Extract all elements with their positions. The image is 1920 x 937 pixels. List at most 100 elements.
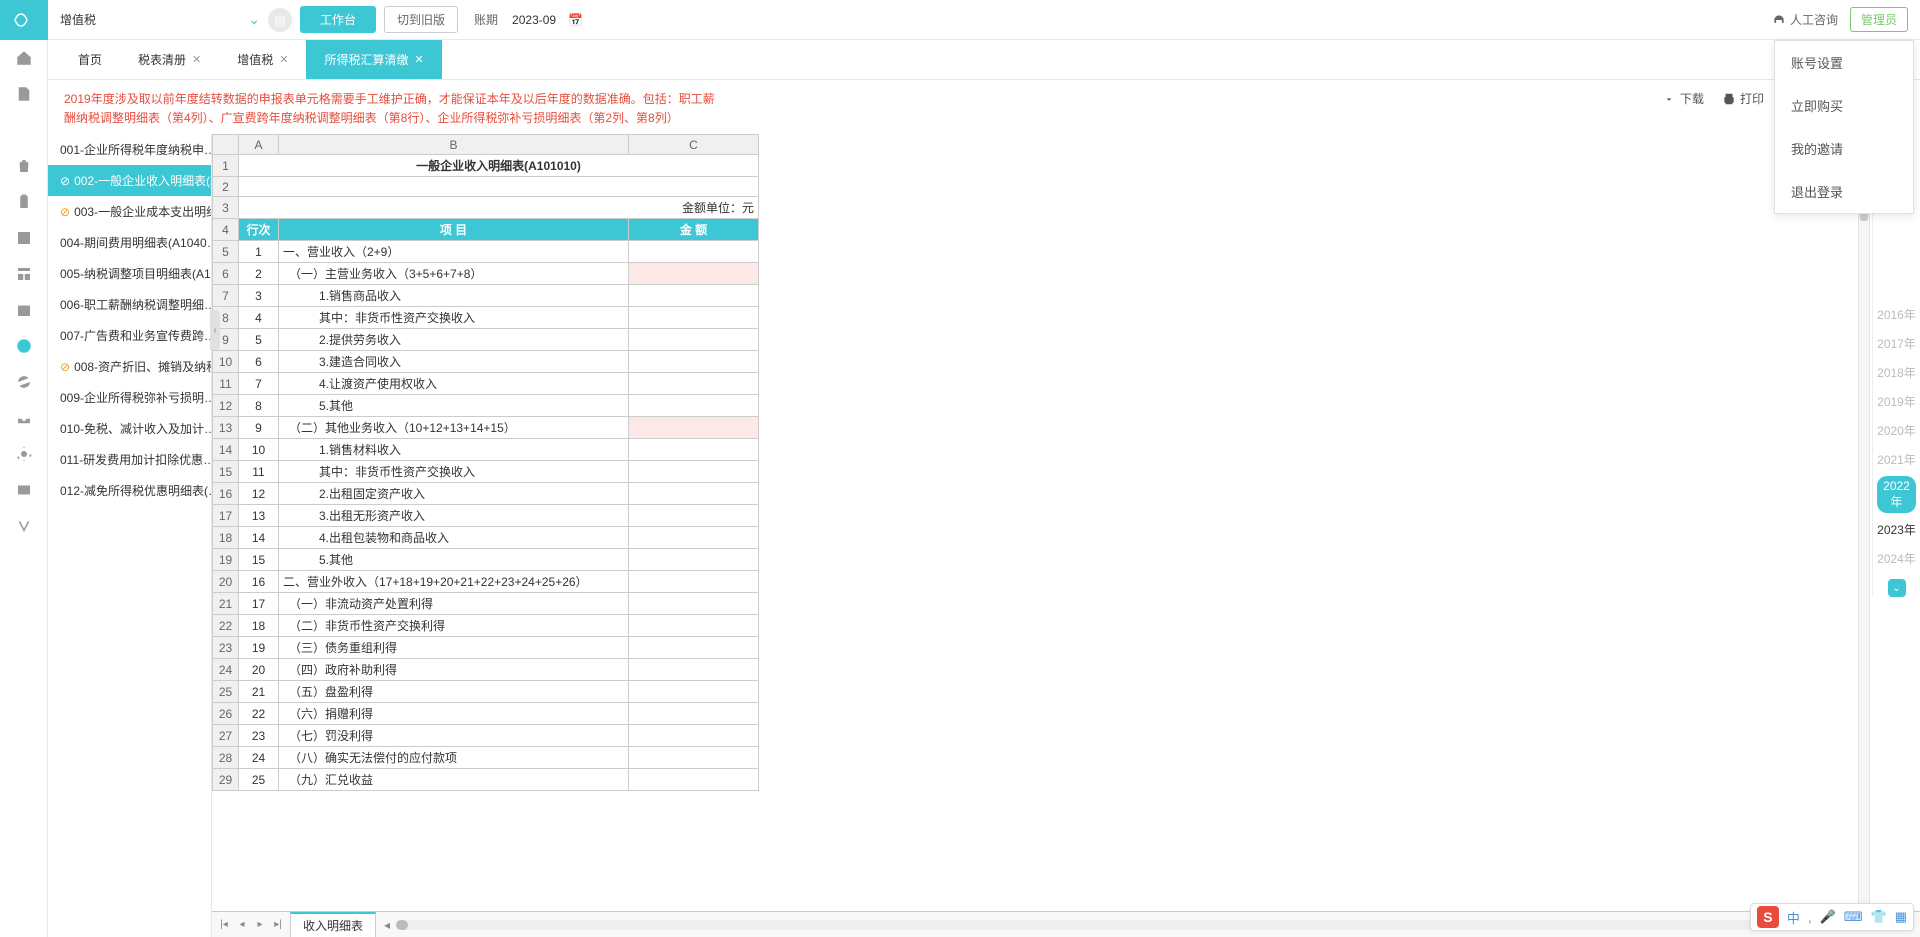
- tree-item-3[interactable]: 004-期间费用明细表(A1040…: [48, 227, 211, 258]
- tree-item-7[interactable]: ⊘008-资产折旧、摊销及纳税…: [48, 351, 211, 382]
- dropdown-item-1[interactable]: 立即购买: [1775, 84, 1913, 127]
- close-icon[interactable]: ✕: [279, 53, 288, 66]
- tree-item-label: 010-免税、减计收入及加计…: [60, 420, 211, 437]
- tree-item-label: 004-期间费用明细表(A1040…: [60, 234, 211, 251]
- tab-0[interactable]: 首页: [60, 40, 120, 79]
- tree-item-4[interactable]: 005-纳税调整项目明细表(A1…: [48, 258, 211, 289]
- headset-icon: [1772, 13, 1786, 27]
- ime-mic-icon[interactable]: 🎤: [1820, 909, 1836, 925]
- nav-tax-icon[interactable]: [0, 328, 48, 364]
- dropdown-item-0[interactable]: 账号设置: [1775, 41, 1913, 84]
- nav-inbox-icon[interactable]: [0, 400, 48, 436]
- tab-1[interactable]: 税表清册 ✕: [120, 40, 219, 79]
- nav-doc-icon[interactable]: [0, 76, 48, 112]
- tree-item-10[interactable]: 011-研发费用加计扣除优惠…: [48, 444, 211, 475]
- user-dropdown: 账号设置立即购买我的邀请退出登录: [1774, 40, 1914, 214]
- tab-label: 税表清册: [138, 51, 186, 68]
- admin-button[interactable]: 管理员: [1850, 7, 1908, 32]
- tree-item-1[interactable]: ⊘002-一般企业收入明细表(A1…: [48, 165, 211, 196]
- sheet-nav-prev-icon[interactable]: ◂: [234, 919, 250, 930]
- horizontal-scrollbar[interactable]: ◂ ▸: [376, 918, 1920, 932]
- warn-icon: ⊘: [60, 174, 70, 188]
- sheet-tab[interactable]: 收入明细表: [290, 912, 376, 937]
- tab-label: 首页: [78, 51, 102, 68]
- nav-clipboard-icon[interactable]: [0, 184, 48, 220]
- calendar-icon[interactable]: 📅: [568, 13, 583, 27]
- nav-template-icon[interactable]: [0, 256, 48, 292]
- close-icon[interactable]: ✕: [192, 53, 201, 66]
- warning-notice: 2019年度涉及取以前年度结转数据的申报表单元格需要手工维护正确，才能保证本年及…: [64, 90, 724, 128]
- tax-type-selector[interactable]: 增值税 ⌄: [60, 11, 260, 28]
- ime-skin-icon[interactable]: 👕: [1871, 909, 1887, 925]
- tree-item-6[interactable]: 007-广告费和业务宣传费跨…: [48, 320, 211, 351]
- year-2021年[interactable]: 2021年: [1873, 445, 1920, 474]
- sheet-nav[interactable]: |◂ ◂ ▸ ▸|: [212, 919, 290, 930]
- year-2019年[interactable]: 2019年: [1873, 387, 1920, 416]
- tree-item-label: 009-企业所得税弥补亏损明…: [60, 389, 211, 406]
- consult-button[interactable]: 人工咨询: [1772, 11, 1838, 28]
- nav-refresh-icon[interactable]: [0, 364, 48, 400]
- tree-item-label: 011-研发费用加计扣除优惠…: [60, 451, 211, 468]
- ime-lang[interactable]: 中: [1787, 908, 1800, 927]
- warn-icon: ⊘: [60, 205, 70, 219]
- year-rail: 2016年2017年2018年2019年2020年2021年2022年2023年…: [1872, 160, 1920, 597]
- nav-bag-icon[interactable]: [0, 148, 48, 184]
- tree-item-8[interactable]: 009-企业所得税弥补亏损明…: [48, 382, 211, 413]
- year-expand-icon[interactable]: ⌄: [1888, 579, 1906, 597]
- sheet-nav-last-icon[interactable]: ▸|: [270, 919, 286, 930]
- close-icon[interactable]: ✕: [415, 53, 424, 66]
- nav-home-icon[interactable]: [0, 40, 48, 76]
- period-label: 账期: [474, 11, 498, 28]
- tree-item-label: 005-纳税调整项目明细表(A1…: [60, 265, 211, 282]
- year-2016年[interactable]: 2016年: [1873, 300, 1920, 329]
- tree-item-2[interactable]: ⊘ 003-一般企业成本支出明细…: [48, 196, 211, 227]
- print-button[interactable]: 打印: [1722, 90, 1764, 107]
- download-button[interactable]: 下载: [1662, 90, 1704, 107]
- collapse-handle[interactable]: ‹: [210, 310, 220, 350]
- tree-item-9[interactable]: 010-免税、减计收入及加计…: [48, 413, 211, 444]
- tree-item-0[interactable]: 001-企业所得税年度纳税申…: [48, 134, 211, 165]
- switch-old-button[interactable]: 切到旧版: [384, 6, 458, 33]
- sheet-nav-next-icon[interactable]: ▸: [252, 919, 268, 930]
- nav-settings-icon[interactable]: [0, 436, 48, 472]
- year-2023年[interactable]: 2023年: [1873, 515, 1920, 544]
- period-value: 2023-09: [512, 13, 556, 27]
- ime-logo-icon[interactable]: S: [1757, 906, 1779, 928]
- warn-icon: ⊘: [60, 360, 70, 374]
- tree-item-5[interactable]: 006-职工薪酬纳税调整明细…: [48, 289, 211, 320]
- spreadsheet[interactable]: ABC1一般企业收入明细表(A101010)23金额单位：元4行次项 目金 额5…: [212, 134, 1920, 911]
- year-2017年[interactable]: 2017年: [1873, 329, 1920, 358]
- tab-label: 增值税: [237, 51, 273, 68]
- nav-chart-icon[interactable]: [0, 112, 48, 148]
- ime-tools-icon[interactable]: ▦: [1895, 909, 1907, 925]
- ime-keyboard-icon[interactable]: ⌨: [1844, 909, 1863, 925]
- tree-item-label: 003-一般企业成本支出明细…: [74, 203, 211, 220]
- year-2024年[interactable]: 2024年: [1873, 544, 1920, 573]
- tree-item-label: 006-职工薪酬纳税调整明细…: [60, 296, 211, 313]
- form-tree: 001-企业所得税年度纳税申…⊘002-一般企业收入明细表(A1…⊘003-一般…: [48, 134, 212, 937]
- workspace-button[interactable]: 工作台: [300, 6, 376, 33]
- tab-2[interactable]: 增值税 ✕: [219, 40, 306, 79]
- year-2020年[interactable]: 2020年: [1873, 416, 1920, 445]
- round-doc-icon[interactable]: ▤: [268, 8, 292, 32]
- dropdown-item-3[interactable]: 退出登录: [1775, 170, 1913, 213]
- chevron-down-icon: ⌄: [248, 11, 260, 28]
- tax-type-label: 增值税: [60, 11, 96, 28]
- app-logo[interactable]: [0, 0, 48, 40]
- nav-calendar-icon[interactable]: [0, 292, 48, 328]
- year-2018年[interactable]: 2018年: [1873, 358, 1920, 387]
- vertical-scrollbar[interactable]: [1858, 160, 1870, 927]
- year-2022年[interactable]: 2022年: [1877, 476, 1916, 513]
- nav-v-icon[interactable]: [0, 508, 48, 544]
- page-tabs: 首页税表清册✕增值税✕所得税汇算清缴✕: [48, 40, 1920, 80]
- tree-item-label: 012-减免所得税优惠明细表(…: [60, 482, 211, 499]
- nav-report-icon[interactable]: [0, 220, 48, 256]
- nav-video-icon[interactable]: [0, 472, 48, 508]
- left-sidebar: [0, 0, 48, 937]
- ime-punct[interactable]: ,: [1808, 910, 1812, 925]
- tree-item-11[interactable]: 012-减免所得税优惠明细表(…: [48, 475, 211, 506]
- sheet-nav-first-icon[interactable]: |◂: [216, 919, 232, 930]
- ime-toolbar[interactable]: S 中 , 🎤 ⌨ 👕 ▦: [1750, 903, 1914, 931]
- tab-3[interactable]: 所得税汇算清缴✕: [306, 40, 441, 79]
- dropdown-item-2[interactable]: 我的邀请: [1775, 127, 1913, 170]
